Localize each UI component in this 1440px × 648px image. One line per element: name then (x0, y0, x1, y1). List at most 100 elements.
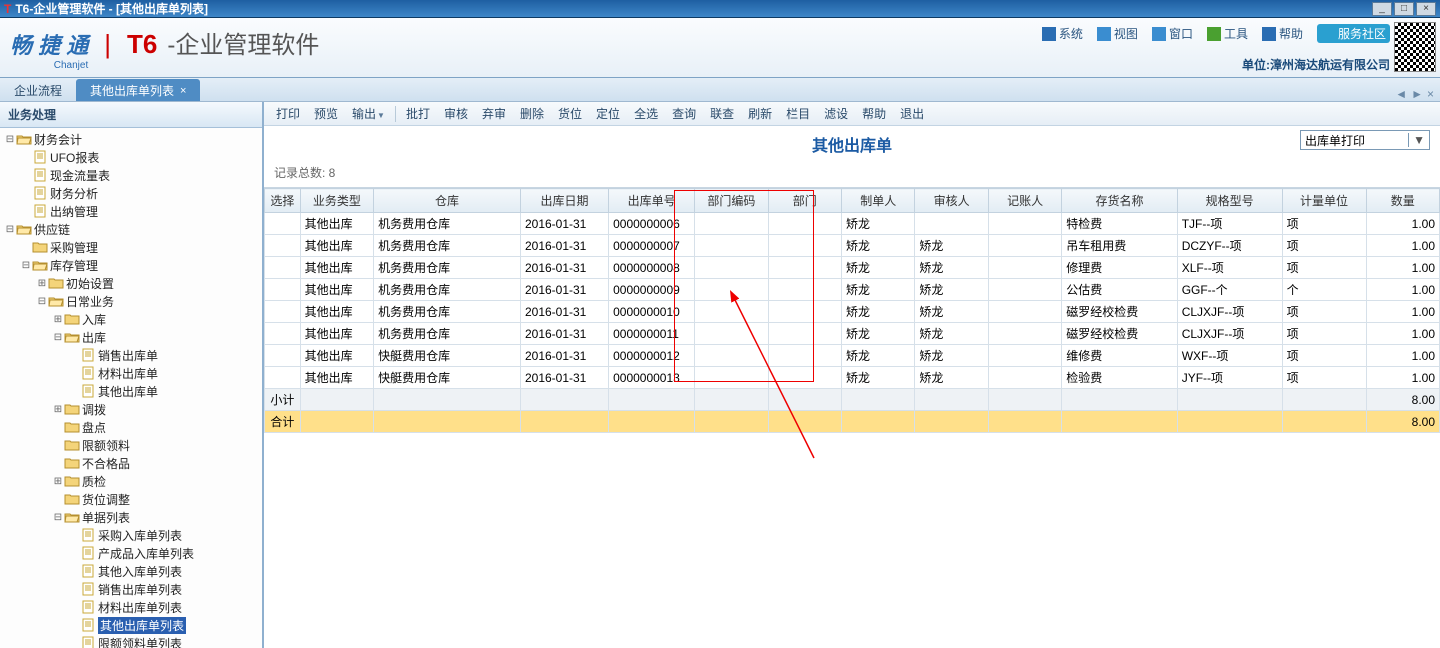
column-header[interactable]: 选择 (265, 189, 301, 213)
expand-icon[interactable]: ⊞ (52, 314, 64, 325)
restore-button[interactable]: □ (1394, 2, 1414, 16)
tree-node-财务分析[interactable]: 财务分析 (0, 184, 262, 202)
toolbar-帮助[interactable]: 帮助 (856, 103, 892, 124)
expand-icon[interactable]: ⊞ (52, 404, 64, 415)
tree-node-材料出库单列表[interactable]: 材料出库单列表 (0, 598, 262, 616)
toolbar-定位[interactable]: 定位 (590, 103, 626, 124)
tree-node-产成品入库单列表[interactable]: 产成品入库单列表 (0, 544, 262, 562)
table-row[interactable]: 其他出库快艇费用仓库2016-01-310000000013矫龙矫龙检验费JYF… (265, 367, 1440, 389)
table-row[interactable]: 其他出库机务费用仓库2016-01-310000000008矫龙矫龙修理费XLF… (265, 257, 1440, 279)
collapse-icon[interactable]: ⊟ (52, 332, 64, 343)
print-select[interactable]: 出库单打印 ▼ (1300, 130, 1430, 150)
tree-node-其他出库单[interactable]: 其他出库单 (0, 382, 262, 400)
toolbar-输出[interactable]: 输出▼ (346, 103, 391, 124)
tree-node-出库[interactable]: ⊟出库 (0, 328, 262, 346)
header-menu-系统[interactable]: 系统 (1042, 25, 1083, 42)
tab-close-all-icon[interactable]: × (1427, 87, 1434, 101)
tree-node-限额领料[interactable]: 限额领料 (0, 436, 262, 454)
toolbar-全选[interactable]: 全选 (628, 103, 664, 124)
tree-node-质检[interactable]: ⊞质检 (0, 472, 262, 490)
tree-node-出纳管理[interactable]: 出纳管理 (0, 202, 262, 220)
toolbar-滤设[interactable]: 滤设 (818, 103, 854, 124)
toolbar-刷新[interactable]: 刷新 (742, 103, 778, 124)
toolbar-货位[interactable]: 货位 (552, 103, 588, 124)
collapse-icon[interactable]: ⊟ (4, 224, 16, 235)
tab-scroll-right-icon[interactable]: ► (1411, 87, 1423, 101)
tab-scroll-left-icon[interactable]: ◄ (1395, 87, 1407, 101)
tree-node-销售出库单列表[interactable]: 销售出库单列表 (0, 580, 262, 598)
toolbar-联查[interactable]: 联查 (704, 103, 740, 124)
collapse-icon[interactable]: ⊟ (52, 512, 64, 523)
tree-node-限额领料单列表[interactable]: 限额领料单列表 (0, 634, 262, 648)
column-header[interactable]: 规格型号 (1177, 189, 1282, 213)
tree-node-日常业务[interactable]: ⊟日常业务 (0, 292, 262, 310)
table-row[interactable]: 其他出库机务费用仓库2016-01-310000000010矫龙矫龙磁罗经校检费… (265, 301, 1440, 323)
nav-tree[interactable]: ⊟财务会计UFO报表现金流量表财务分析出纳管理⊟供应链采购管理⊟库存管理⊞初始设… (0, 128, 262, 648)
toolbar-打印[interactable]: 打印 (270, 103, 306, 124)
header-menu-服务社区[interactable]: 服务社区 (1317, 24, 1390, 43)
tree-node-其他入库单列表[interactable]: 其他入库单列表 (0, 562, 262, 580)
table-row[interactable]: 其他出库机务费用仓库2016-01-310000000006矫龙特检费TJF--… (265, 213, 1440, 235)
column-header[interactable]: 部门编码 (695, 189, 768, 213)
column-header[interactable]: 仓库 (374, 189, 521, 213)
column-header[interactable]: 部门 (768, 189, 841, 213)
toolbar-栏目[interactable]: 栏目 (780, 103, 816, 124)
toolbar-separator (395, 106, 396, 122)
collapse-icon[interactable]: ⊟ (20, 260, 32, 271)
column-header[interactable]: 数量 (1366, 189, 1439, 213)
folder-icon (64, 402, 80, 416)
tree-node-其他出库单列表[interactable]: 其他出库单列表 (0, 616, 262, 634)
toolbar-退出[interactable]: 退出 (894, 103, 930, 124)
column-header[interactable]: 记账人 (988, 189, 1061, 213)
tree-node-现金流量表[interactable]: 现金流量表 (0, 166, 262, 184)
tree-node-初始设置[interactable]: ⊞初始设置 (0, 274, 262, 292)
tree-node-销售出库单[interactable]: 销售出库单 (0, 346, 262, 364)
expand-icon[interactable]: ⊞ (36, 278, 48, 289)
tree-node-UFO报表[interactable]: UFO报表 (0, 148, 262, 166)
collapse-icon[interactable]: ⊟ (36, 296, 48, 307)
table-row[interactable]: 其他出库机务费用仓库2016-01-310000000007矫龙矫龙吊车租用费D… (265, 235, 1440, 257)
column-header[interactable]: 审核人 (915, 189, 988, 213)
header-menu-窗口[interactable]: 窗口 (1152, 25, 1193, 42)
toolbar-批打[interactable]: 批打 (400, 103, 436, 124)
tree-node-不合格品[interactable]: 不合格品 (0, 454, 262, 472)
table-row[interactable]: 其他出库机务费用仓库2016-01-310000000009矫龙矫龙公估费GGF… (265, 279, 1440, 301)
column-header[interactable]: 出库单号 (609, 189, 695, 213)
toolbar-审核[interactable]: 审核 (438, 103, 474, 124)
column-header[interactable]: 计量单位 (1282, 189, 1366, 213)
collapse-icon[interactable]: ⊟ (4, 134, 16, 145)
tree-node-货位调整[interactable]: 货位调整 (0, 490, 262, 508)
toolbar-弃审[interactable]: 弃审 (476, 103, 512, 124)
tree-node-财务会计[interactable]: ⊟财务会计 (0, 130, 262, 148)
close-button[interactable]: × (1416, 2, 1436, 16)
toolbar-预览[interactable]: 预览 (308, 103, 344, 124)
cell: 项 (1282, 213, 1366, 235)
menu-label: 帮助 (1279, 25, 1303, 42)
tab-close-icon[interactable]: × (180, 85, 186, 97)
tab-enterprise-flow[interactable]: 企业流程 (0, 79, 76, 101)
column-header[interactable]: 存货名称 (1062, 189, 1177, 213)
column-header[interactable]: 业务类型 (300, 189, 373, 213)
table-row[interactable]: 其他出库快艇费用仓库2016-01-310000000012矫龙矫龙维修费WXF… (265, 345, 1440, 367)
toolbar-查询[interactable]: 查询 (666, 103, 702, 124)
tree-node-入库[interactable]: ⊞入库 (0, 310, 262, 328)
tree-node-采购入库单列表[interactable]: 采购入库单列表 (0, 526, 262, 544)
tree-node-材料出库单[interactable]: 材料出库单 (0, 364, 262, 382)
toolbar-删除[interactable]: 删除 (514, 103, 550, 124)
header-menu-工具[interactable]: 工具 (1207, 25, 1248, 42)
column-header[interactable]: 制单人 (841, 189, 914, 213)
table-row[interactable]: 其他出库机务费用仓库2016-01-310000000011矫龙矫龙磁罗经校检费… (265, 323, 1440, 345)
tree-node-单据列表[interactable]: ⊟单据列表 (0, 508, 262, 526)
data-grid[interactable]: 选择业务类型仓库出库日期出库单号部门编码部门制单人审核人记账人存货名称规格型号计… (264, 188, 1440, 433)
column-header[interactable]: 出库日期 (520, 189, 608, 213)
header-menu-视图[interactable]: 视图 (1097, 25, 1138, 42)
tree-node-供应链[interactable]: ⊟供应链 (0, 220, 262, 238)
expand-icon[interactable]: ⊞ (52, 476, 64, 487)
tree-node-库存管理[interactable]: ⊟库存管理 (0, 256, 262, 274)
minimize-button[interactable]: _ (1372, 2, 1392, 16)
tree-node-盘点[interactable]: 盘点 (0, 418, 262, 436)
header-menu-帮助[interactable]: 帮助 (1262, 25, 1303, 42)
tree-node-采购管理[interactable]: 采购管理 (0, 238, 262, 256)
tab-outbound-list[interactable]: 其他出库单列表 × (76, 79, 200, 101)
tree-node-调拨[interactable]: ⊞调拨 (0, 400, 262, 418)
